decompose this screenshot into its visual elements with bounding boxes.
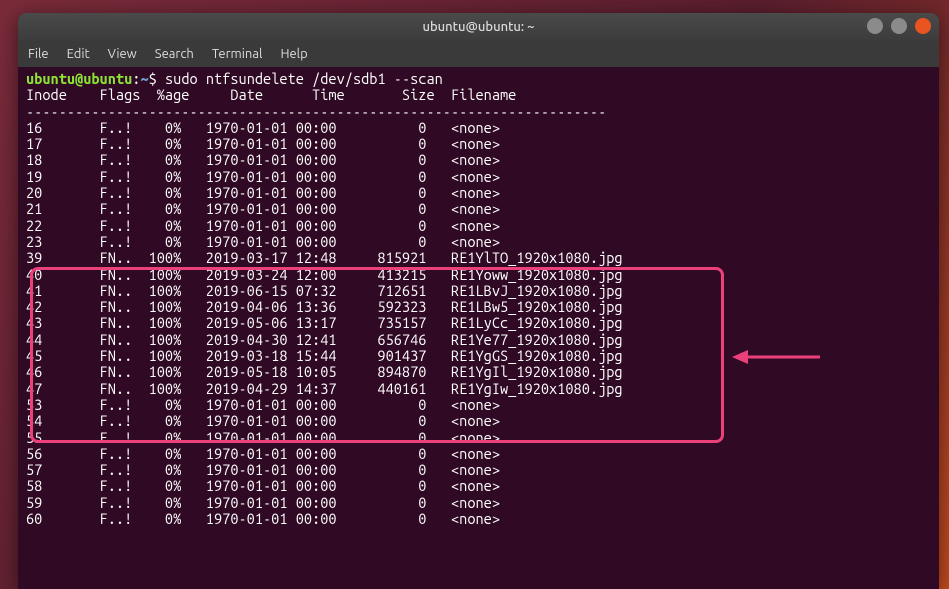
menu-search[interactable]: Search [155,47,194,61]
close-button[interactable] [915,18,931,34]
menu-view[interactable]: View [108,47,137,61]
menu-edit[interactable]: Edit [67,47,90,61]
menu-file[interactable]: File [28,47,49,61]
menu-terminal[interactable]: Terminal [212,47,263,61]
terminal-content[interactable]: ubuntu@ubuntu:~$ sudo ntfsundelete /dev/… [18,67,939,531]
titlebar[interactable]: ubuntu@ubuntu: ~ [18,13,939,41]
terminal-window: ubuntu@ubuntu: ~ File Edit View Search T… [18,13,939,589]
window-controls [867,18,931,34]
maximize-button[interactable] [891,18,907,34]
window-title: ubuntu@ubuntu: ~ [423,20,535,34]
menubar: File Edit View Search Terminal Help [18,41,939,67]
minimize-button[interactable] [867,18,883,34]
menu-help[interactable]: Help [280,47,307,61]
